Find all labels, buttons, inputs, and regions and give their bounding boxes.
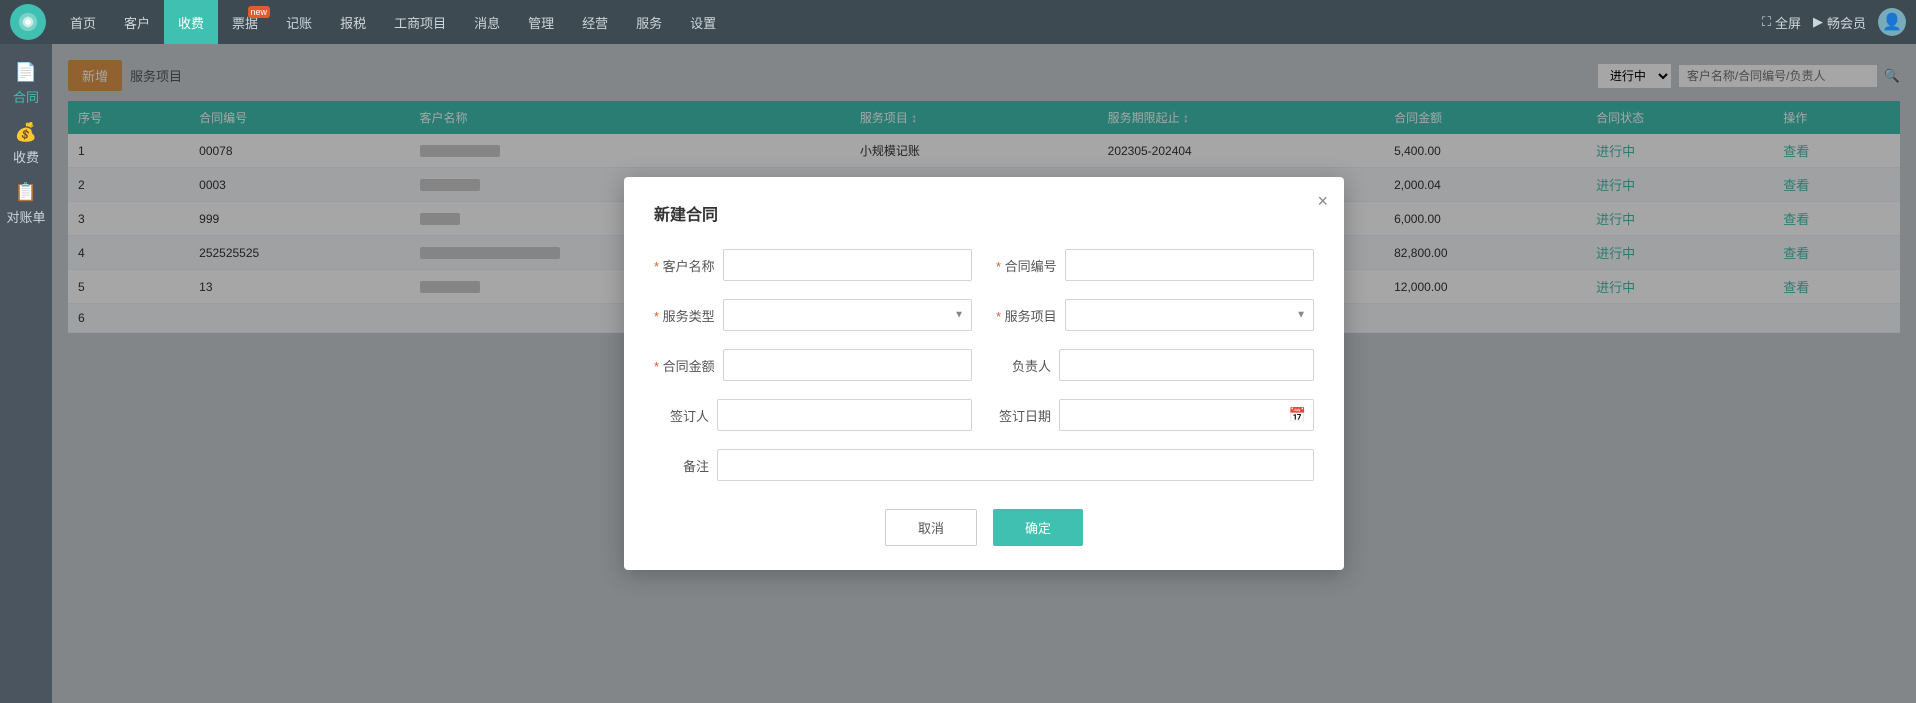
- nav-business[interactable]: 工商项目: [380, 0, 460, 44]
- modal-close-button[interactable]: ×: [1317, 191, 1328, 212]
- label-signer: 签订人: [654, 406, 709, 425]
- avatar-icon: 👤: [1882, 12, 1902, 32]
- nav-manage[interactable]: 管理: [514, 0, 568, 44]
- modal-overlay: × 新建合同 客户名称 合同编号: [52, 44, 1916, 703]
- field-responsible: 负责人: [996, 349, 1314, 381]
- calendar-icon[interactable]: 📅: [1289, 407, 1306, 424]
- label-service-item: 服务项目: [996, 306, 1057, 325]
- vip-icon: ▶: [1813, 14, 1823, 30]
- new-badge: new: [248, 6, 271, 18]
- sidebar-item-contract[interactable]: 📄 合同: [0, 54, 52, 114]
- nav-message[interactable]: 消息: [460, 0, 514, 44]
- select-service-item[interactable]: [1065, 299, 1314, 331]
- nav-operation[interactable]: 经营: [568, 0, 622, 44]
- nav-tax[interactable]: 报税: [326, 0, 380, 44]
- form-row-3: 合同金额 0.00 负责人: [654, 349, 1314, 381]
- field-service-item: 服务项目 ▼: [996, 299, 1314, 331]
- field-remark: 备注: [654, 449, 1314, 481]
- label-customer-name: 客户名称: [654, 256, 715, 275]
- field-service-type: 服务类型 ▼: [654, 299, 972, 331]
- input-remark[interactable]: [717, 449, 1314, 481]
- form-row-2: 服务类型 ▼ 服务项目: [654, 299, 1314, 331]
- form-row-1: 客户名称 合同编号: [654, 249, 1314, 281]
- modal-form: 客户名称 合同编号 服务类型: [654, 249, 1314, 481]
- vip-label: 畅会员: [1827, 13, 1866, 32]
- user-avatar[interactable]: 👤: [1878, 8, 1906, 36]
- sidebar-item-statement[interactable]: 📋 对账单: [0, 174, 52, 234]
- modal-footer: 取消 确定: [654, 509, 1314, 546]
- nav-bookkeeping[interactable]: 记账: [272, 0, 326, 44]
- nav-customer[interactable]: 客户: [110, 0, 164, 44]
- sidebar: 📄 合同 💰 收费 📋 对账单: [0, 44, 52, 703]
- sidebar-label-billing: 收费: [13, 147, 39, 166]
- fullscreen-label: 全屏: [1775, 13, 1801, 32]
- sidebar-item-billing[interactable]: 💰 收费: [0, 114, 52, 174]
- cancel-button[interactable]: 取消: [885, 509, 977, 546]
- app-logo: [10, 4, 46, 40]
- fullscreen-icon: ⛶: [1762, 14, 1771, 30]
- field-amount: 合同金额 0.00: [654, 349, 972, 381]
- nav-home[interactable]: 首页: [56, 0, 110, 44]
- statement-icon: 📋: [15, 182, 37, 203]
- content-area: 新增 服务项目 进行中 已完成 已终止 🔍 序号 合同编号 客户: [52, 44, 1916, 703]
- label-amount: 合同金额: [654, 356, 715, 375]
- nav-settings[interactable]: 设置: [676, 0, 730, 44]
- modal-title: 新建合同: [654, 201, 1314, 225]
- contract-icon: 📄: [15, 62, 37, 83]
- nav-items: 首页 客户 收费 票据 new 记账 报税 工商项目 消息 管理 经营 服务 设…: [56, 0, 1762, 44]
- fullscreen-button[interactable]: ⛶ 全屏: [1762, 13, 1801, 32]
- label-responsible: 负责人: [996, 356, 1051, 375]
- new-contract-modal: × 新建合同 客户名称 合同编号: [624, 177, 1344, 570]
- nav-right: ⛶ 全屏 ▶ 畅会员 👤: [1762, 8, 1906, 36]
- service-item-wrapper: ▼: [1065, 299, 1314, 331]
- field-signer: 签订人: [654, 399, 972, 431]
- main-layout: 📄 合同 💰 收费 📋 对账单 新增 服务项目 进行中 已完成 已终止: [0, 44, 1916, 703]
- input-signer[interactable]: [717, 399, 972, 431]
- vip-button[interactable]: ▶ 畅会员: [1813, 13, 1866, 32]
- confirm-button[interactable]: 确定: [993, 509, 1083, 546]
- form-row-5: 备注: [654, 449, 1314, 481]
- input-sign-date[interactable]: 2023-06-06: [1059, 399, 1314, 431]
- label-sign-date: 签订日期: [996, 406, 1051, 425]
- form-row-4: 签订人 签订日期 2023-06-06 📅: [654, 399, 1314, 431]
- nav-service[interactable]: 服务: [622, 0, 676, 44]
- field-contract-no: 合同编号: [996, 249, 1314, 281]
- select-service-type[interactable]: [723, 299, 972, 331]
- top-navigation: 首页 客户 收费 票据 new 记账 报税 工商项目 消息 管理 经营 服务 设…: [0, 0, 1916, 44]
- label-service-type: 服务类型: [654, 306, 715, 325]
- label-remark: 备注: [654, 456, 709, 475]
- nav-billing[interactable]: 收费: [164, 0, 218, 44]
- input-contract-no[interactable]: [1065, 249, 1314, 281]
- input-responsible[interactable]: [1059, 349, 1314, 381]
- label-contract-no: 合同编号: [996, 256, 1057, 275]
- field-customer-name: 客户名称: [654, 249, 972, 281]
- service-type-wrapper: ▼: [723, 299, 972, 331]
- field-sign-date: 签订日期 2023-06-06 📅: [996, 399, 1314, 431]
- sidebar-label-contract: 合同: [13, 87, 39, 106]
- sidebar-label-statement: 对账单: [6, 207, 45, 226]
- nav-invoice[interactable]: 票据 new: [218, 0, 272, 44]
- input-amount[interactable]: 0.00: [723, 349, 972, 381]
- input-customer-name[interactable]: [723, 249, 972, 281]
- date-input-wrapper: 2023-06-06 📅: [1059, 399, 1314, 431]
- billing-icon: 💰: [15, 122, 37, 143]
